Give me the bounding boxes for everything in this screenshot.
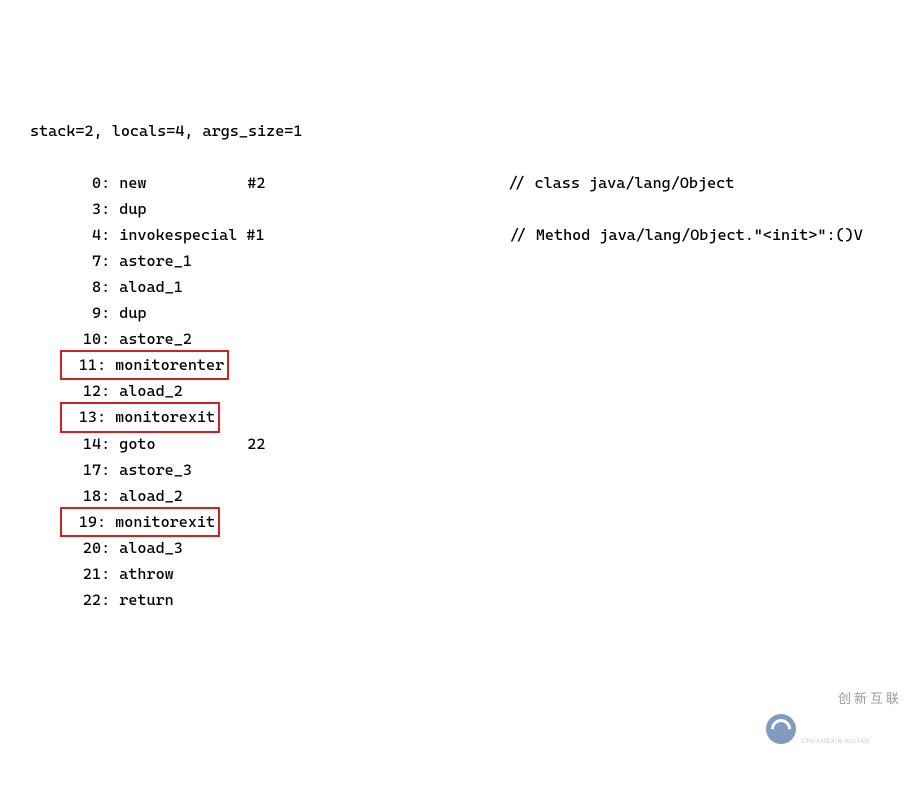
bytecode-line: 12: aload_2	[20, 378, 897, 404]
bytecode-listing: 0: new#2// class java/lang/Object 3: dup…	[20, 170, 897, 613]
bytecode-line: 10: astore_2	[20, 326, 897, 352]
opcode: aload_1	[119, 274, 247, 300]
offset: 8	[69, 274, 101, 300]
offset: 4	[69, 222, 101, 248]
bytecode-line: 4: invokespecial #1// Method java/lang/O…	[20, 222, 897, 248]
watermark-name: 创新互联	[838, 691, 902, 706]
highlighted-instruction: 13: monitorexit	[60, 402, 220, 432]
opcode: return	[119, 587, 247, 613]
watermark-logo-icon	[766, 714, 796, 744]
opcode: aload_2	[119, 483, 247, 509]
offset: 22	[69, 587, 101, 613]
offset: 10	[69, 326, 101, 352]
opcode: monitorexit	[115, 513, 215, 531]
bytecode-line: 0: new#2// class java/lang/Object	[20, 170, 897, 196]
opcode: dup	[119, 196, 247, 222]
bytecode-line: 18: aload_2	[20, 483, 897, 509]
offset: 7	[69, 248, 101, 274]
offset: 3	[69, 196, 101, 222]
offset: 0	[69, 170, 101, 196]
bytecode-line: 14: goto22	[20, 431, 897, 457]
bytecode-line: 8: aload_1	[20, 274, 897, 300]
offset: 19	[65, 509, 97, 535]
opcode: monitorexit	[115, 408, 215, 426]
watermark-tagline: CHUANGXIN HULIAN	[802, 737, 902, 747]
opcode: aload_2	[119, 378, 247, 404]
bytecode-line: 22: return	[20, 587, 897, 613]
bytecode-line: 13: monitorexit	[20, 404, 897, 430]
offset: 12	[69, 378, 101, 404]
offset: 17	[69, 457, 101, 483]
opcode: astore_2	[119, 326, 247, 352]
bytecode-line: 20: aload_3	[20, 535, 897, 561]
comment: // class java/lang/Object	[507, 170, 734, 196]
bytecode-line: 3: dup	[20, 196, 897, 222]
offset: 20	[69, 535, 101, 561]
operand: 22	[247, 431, 507, 457]
bytecode-line: 7: astore_1	[20, 248, 897, 274]
offset: 13	[65, 404, 97, 430]
offset: 14	[69, 431, 101, 457]
opcode: athrow	[119, 561, 247, 587]
bytecode-header: stack=2, locals=4, args_size=1	[20, 118, 897, 144]
bytecode-line: 17: astore_3	[20, 457, 897, 483]
highlighted-instruction: 11: monitorenter	[60, 350, 229, 380]
comment: // Method java/lang/Object."<init>":()V	[509, 222, 863, 248]
offset: 9	[69, 300, 101, 326]
opcode: aload_3	[119, 535, 247, 561]
opcode: new	[119, 170, 247, 196]
watermark: 创新互联 CHUANGXIN HULIAN	[766, 659, 902, 799]
opcode: dup	[119, 300, 247, 326]
opcode: astore_3	[119, 457, 247, 483]
offset: 11	[65, 352, 97, 378]
bytecode-line: 9: dup	[20, 300, 897, 326]
opcode: monitorenter	[115, 356, 224, 374]
offset: 21	[69, 561, 101, 587]
bytecode-line: 11: monitorenter	[20, 352, 897, 378]
offset: 18	[69, 483, 101, 509]
opcode: astore_1	[119, 248, 247, 274]
opcode: invokespecial #1	[119, 222, 264, 248]
highlighted-instruction: 19: monitorexit	[60, 507, 220, 537]
bytecode-line: 19: monitorexit	[20, 509, 897, 535]
opcode: goto	[119, 431, 247, 457]
bytecode-line: 21: athrow	[20, 561, 897, 587]
operand: #2	[247, 170, 507, 196]
